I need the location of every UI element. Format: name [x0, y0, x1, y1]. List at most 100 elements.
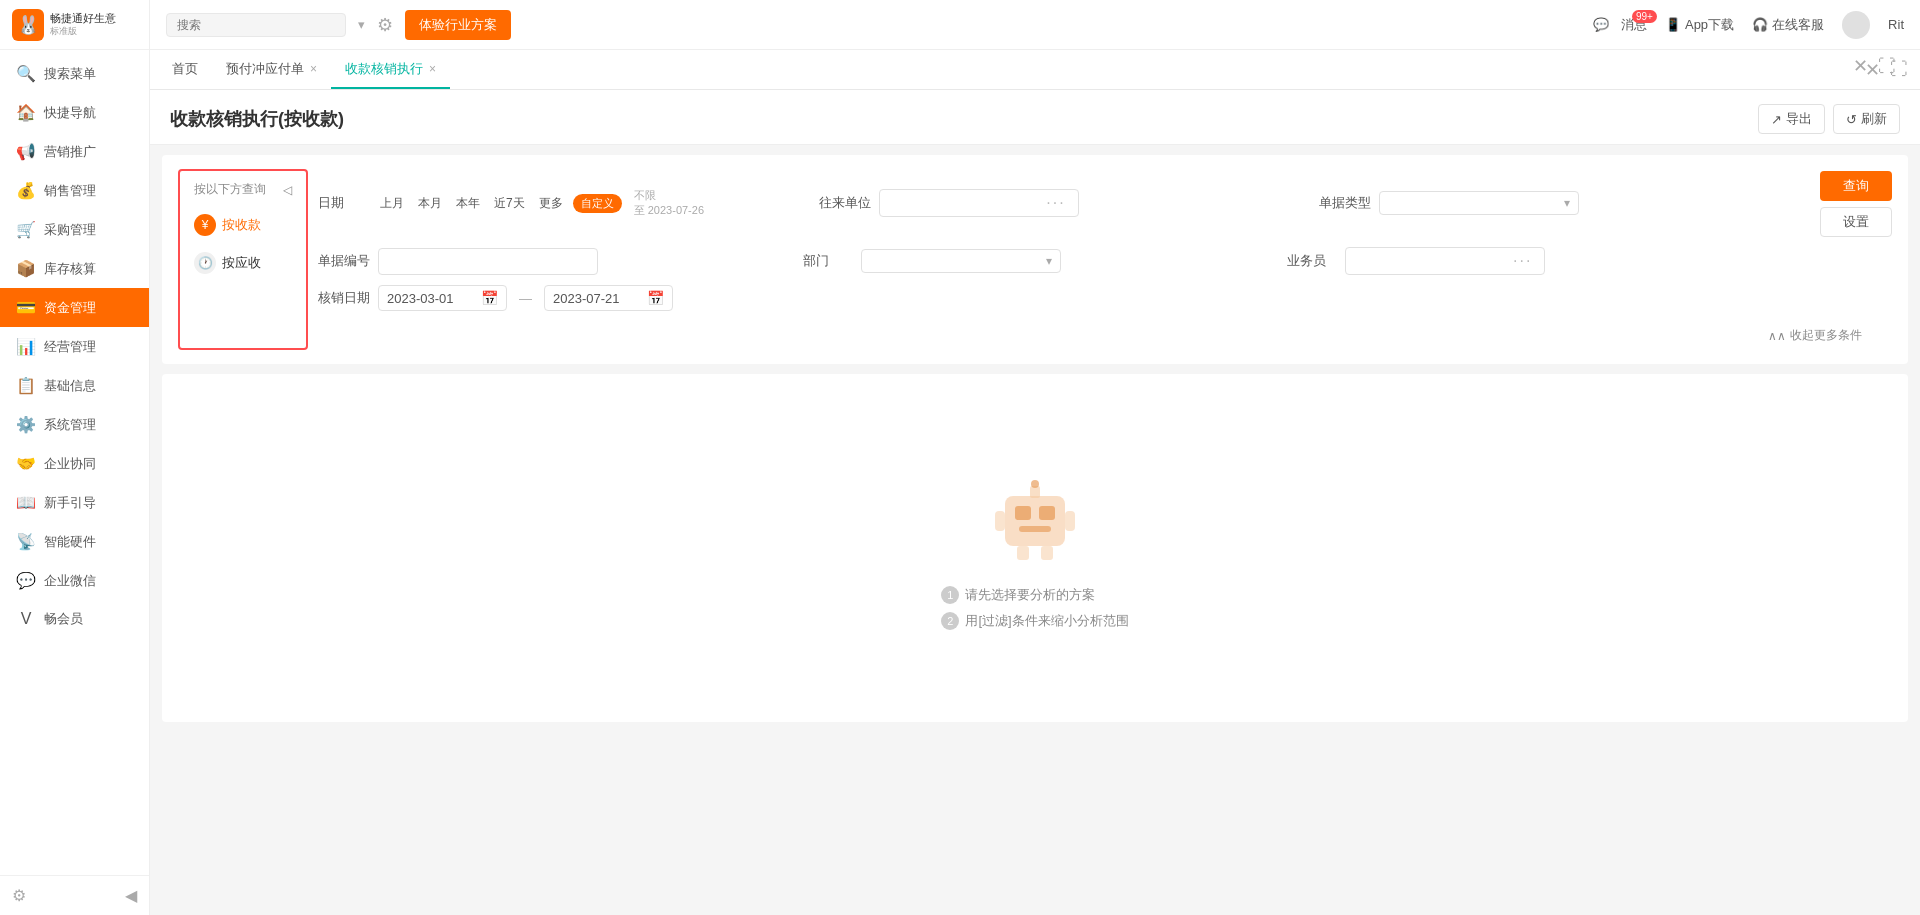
collection-icon: ¥ [194, 214, 216, 236]
chevron-down-icon[interactable]: ▾ [358, 17, 365, 32]
topbar: ▾ ⚙ 体验行业方案 💬 99+ 消息 📱 App下载 🎧 在线客服 Rit [150, 0, 1920, 50]
message-icon-wrap[interactable]: 💬 99+ 消息 [1593, 16, 1647, 34]
date-custom[interactable]: 自定义 [573, 194, 622, 213]
writeoff-start-input[interactable] [387, 291, 477, 306]
counterpart-label: 往来单位 [819, 194, 871, 212]
sidebar-item-search-menu[interactable]: 🔍搜索菜单 [0, 54, 149, 93]
collapse-sidebar-icon[interactable]: ◀ [125, 886, 137, 905]
sidebar-item-business[interactable]: 📊经营管理 [0, 327, 149, 366]
refresh-button[interactable]: ↺ 刷新 [1833, 104, 1900, 134]
svg-rect-0 [1005, 496, 1065, 546]
writeoff-end-wrap: 📅 [544, 285, 673, 311]
counterpart-input[interactable]: ··· [879, 189, 1079, 217]
svg-rect-7 [1065, 511, 1075, 531]
sidebar-item-sales[interactable]: 💰销售管理 [0, 171, 149, 210]
sidebar-item-quick-nav[interactable]: 🏠快捷导航 [0, 93, 149, 132]
solution-button[interactable]: 体验行业方案 [405, 10, 511, 40]
home-tab-label: 首页 [172, 60, 198, 78]
sidebar-item-guide[interactable]: 📖 新手引导 [0, 483, 149, 522]
search-input[interactable] [166, 13, 346, 37]
inventory-icon: 📦 [16, 259, 36, 278]
sidebar-item-finance[interactable]: 💳资金管理 [0, 288, 149, 327]
empty-tip-2: 2 用[过滤]条件来缩小分析范围 [941, 612, 1128, 630]
settings-icon[interactable]: ⚙ [12, 886, 26, 905]
date-label: 日期 [318, 194, 368, 212]
online-service-link[interactable]: 🎧 在线客服 [1752, 16, 1824, 34]
salesperson-field: 业务员 ··· [1287, 247, 1758, 275]
sidebar-item-inventory[interactable]: 📦库存核算 [0, 249, 149, 288]
collab-icon: 🤝 [16, 454, 36, 473]
tab-close-collection[interactable]: × [429, 62, 436, 76]
docno-input[interactable] [378, 248, 598, 275]
calendar-end-icon[interactable]: 📅 [647, 290, 664, 306]
tab-label-collection: 收款核销执行 [345, 60, 423, 78]
sidebar-footer: ⚙ ◀ [0, 875, 149, 915]
svg-rect-2 [1039, 506, 1055, 520]
empty-tips: 1 请先选择要分析的方案 2 用[过滤]条件来缩小分析范围 [941, 586, 1128, 630]
counterpart-field: 往来单位 ··· [819, 189, 1306, 217]
counterpart-more-icon[interactable]: ··· [1042, 194, 1069, 212]
doctype-field: 单据类型 ▾ [1319, 191, 1806, 215]
system-label: 系统管理 [44, 416, 96, 434]
date-7days[interactable]: 近7天 [490, 193, 529, 214]
collab-label: 企业协同 [44, 455, 96, 473]
query-button[interactable]: 查询 [1820, 171, 1892, 201]
by-receivable-label: 按应收 [222, 254, 261, 272]
writeoff-date-field: 核销日期 📅 — 📅 [318, 285, 1892, 311]
purchase-icon: 🛒 [16, 220, 36, 239]
setting-button[interactable]: 设置 [1820, 207, 1892, 237]
system-icon: ⚙️ [16, 415, 36, 434]
date-this-year[interactable]: 本年 [452, 193, 484, 214]
dept-field: 部门 ▾ [803, 249, 1274, 273]
sidebar-item-vip[interactable]: V畅会员 [0, 600, 149, 638]
page-content: 收款核销执行(按收款) ↗ 导出 ↺ 刷新 按以下方查询 ◁ [150, 90, 1920, 915]
doctype-select[interactable]: ▾ [1379, 191, 1579, 215]
calendar-start-icon[interactable]: 📅 [481, 290, 498, 306]
sidebar-item-marketing[interactable]: 📢营销推广 [0, 132, 149, 171]
writeoff-end-input[interactable] [553, 291, 643, 306]
page-title: 收款核销执行(按收款) [170, 107, 344, 131]
sidebar-item-system[interactable]: ⚙️ 系统管理 [0, 405, 149, 444]
date-more[interactable]: 更多 [535, 193, 567, 214]
tab-home[interactable]: 首页 [158, 50, 212, 89]
settings-gear-icon[interactable]: ⚙ [377, 14, 393, 36]
guide-label: 新手引导 [44, 494, 96, 512]
logo-sub: 标准版 [50, 25, 116, 38]
filter-by-collection[interactable]: ¥ 按收款 [180, 206, 306, 244]
purchase-label: 采购管理 [44, 221, 96, 239]
sidebar-item-wechat[interactable]: 💬企业微信 [0, 561, 149, 600]
export-button[interactable]: ↗ 导出 [1758, 104, 1825, 134]
doctype-arrow-icon: ▾ [1564, 196, 1570, 210]
app-download-link[interactable]: 📱 App下载 [1665, 16, 1734, 34]
headset-icon: 🎧 [1752, 17, 1768, 32]
sidebar-item-purchase[interactable]: 🛒 采购管理 [0, 210, 149, 249]
collapse-more[interactable]: ∧∧ 收起更多条件 [318, 321, 1892, 350]
date-last-month[interactable]: 上月 [376, 193, 408, 214]
refresh-label: 刷新 [1861, 110, 1887, 128]
date-this-month[interactable]: 本月 [414, 193, 446, 214]
quick-nav-icon: 🏠 [16, 103, 36, 122]
sidebar-item-collab[interactable]: 🤝 企业协同 [0, 444, 149, 483]
svg-rect-1 [1015, 506, 1031, 520]
svg-rect-6 [995, 511, 1005, 531]
sidebar-nav: 🔍搜索菜单🏠快捷导航📢营销推广💰销售管理 🛒 采购管理 📦库存核算💳资金管理📊经营管理… [0, 50, 149, 875]
search-menu-icon: 🔍 [16, 64, 36, 83]
dept-select[interactable]: ▾ [861, 249, 1061, 273]
close-window-icon[interactable]: ✕ [1853, 55, 1868, 77]
guide-icon: 📖 [16, 493, 36, 512]
hardware-icon: 📡 [16, 532, 36, 551]
chevron-up-icon: ∧∧ [1768, 329, 1786, 343]
filter-by-receivable[interactable]: 🕐 按应收 [180, 244, 306, 282]
sidebar-item-basic-info[interactable]: 📋基础信息 [0, 366, 149, 405]
tab-prepay[interactable]: 预付冲应付单× [212, 50, 331, 89]
receivable-icon: 🕐 [194, 252, 216, 274]
salesperson-more-icon[interactable]: ··· [1509, 252, 1536, 270]
salesperson-input[interactable]: ··· [1345, 247, 1545, 275]
avatar[interactable] [1842, 11, 1870, 39]
empty-state: 1 请先选择要分析的方案 2 用[过滤]条件来缩小分析范围 [174, 386, 1896, 710]
expand-icon[interactable]: ⛶ [1878, 56, 1896, 77]
tab-close-prepay[interactable]: × [310, 62, 317, 76]
sidebar-item-hardware[interactable]: 📡智能硬件 [0, 522, 149, 561]
tab-collection[interactable]: 收款核销执行 × [331, 50, 450, 89]
filter-collapse-icon[interactable]: ◁ [283, 183, 292, 197]
